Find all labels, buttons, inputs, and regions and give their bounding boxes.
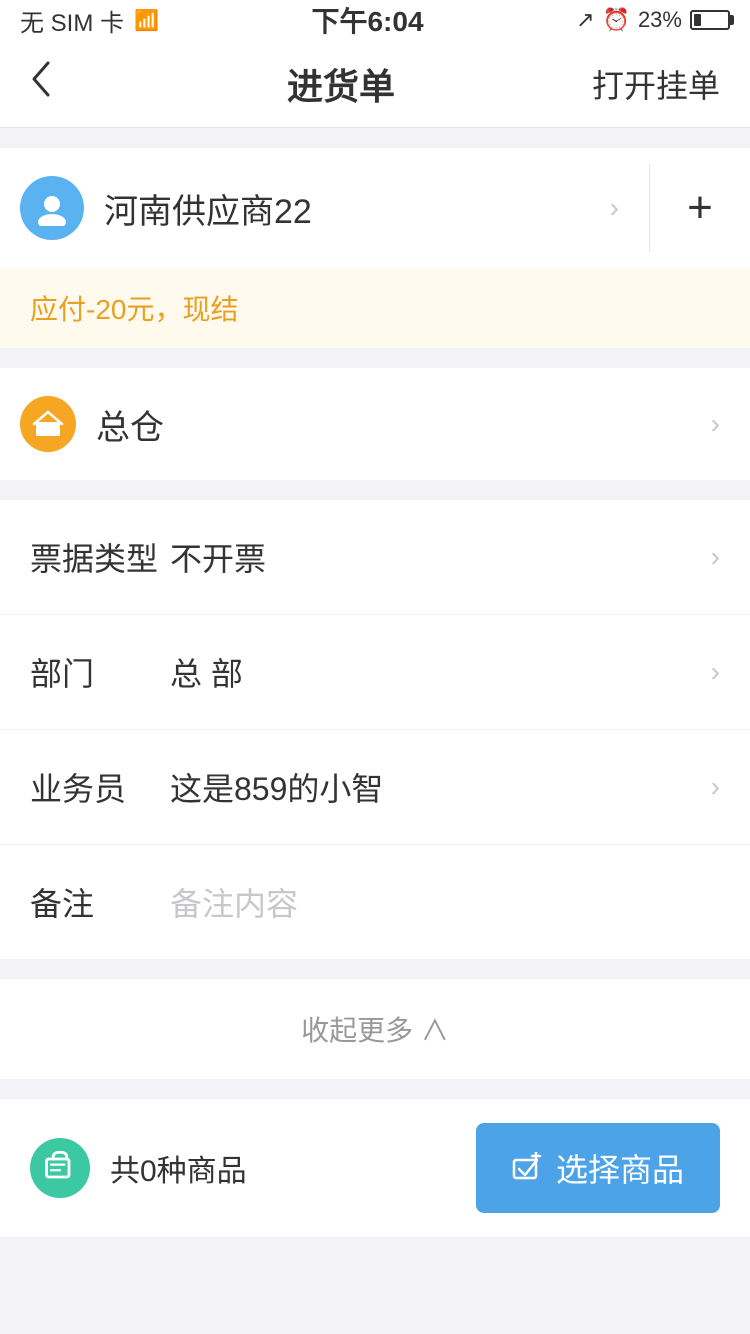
department-value: 总 部 [170,649,711,695]
product-icon [30,1138,90,1198]
supplier-section: 河南供应商22 › + [0,148,750,268]
remark-row[interactable]: 备注 备注内容 [0,845,750,959]
department-label: 部门 [30,649,170,695]
warehouse-section: 总仓 › [0,368,750,480]
salesperson-label: 业务员 [30,764,170,810]
wifi-icon: 📶 [134,8,159,33]
supplier-name: 河南供应商22 [104,184,610,233]
form-section: 票据类型 不开票 › 部门 总 部 › 业务员 这是859的小智 › 备注 备注… [0,500,750,959]
carrier-text: 无 SIM 卡 [20,3,124,38]
warehouse-icon [20,396,76,452]
salesperson-value: 这是859的小智 [170,764,711,810]
supplier-avatar [20,176,84,240]
invoice-type-chevron-icon: › [711,541,720,573]
nav-bar: 进货单 打开挂单 [0,40,750,128]
product-bar: 共0种商品 选择商品 [0,1099,750,1237]
product-count: 共0种商品 [110,1146,456,1190]
status-time: 下午6:04 [311,0,423,40]
salesperson-row[interactable]: 业务员 这是859的小智 › [0,730,750,845]
alarm-icon: ⏰ [603,7,630,33]
salesperson-chevron-icon: › [711,771,720,803]
battery-percent: 23% [638,7,682,33]
invoice-type-row[interactable]: 票据类型 不开票 › [0,500,750,615]
status-right: ↗ ⏰ 23% [576,7,730,33]
status-bar: 无 SIM 卡 📶 下午6:04 ↗ ⏰ 23% [0,0,750,40]
collapse-button[interactable]: 收起更多 ∧ [0,979,750,1079]
department-chevron-icon: › [711,656,720,688]
back-button[interactable] [30,59,90,109]
location-icon: ↗ [576,7,594,33]
invoice-type-label: 票据类型 [30,534,170,580]
content-area: 河南供应商22 › + 应付-20元，现结 总仓 › 票据类型 不开票 › [0,128,750,1237]
add-supplier-button[interactable]: + [650,148,750,268]
warehouse-chevron-icon: › [711,408,720,440]
notice-banner: 应付-20元，现结 [0,268,750,348]
remark-input[interactable]: 备注内容 [170,879,720,925]
status-left: 无 SIM 卡 📶 [20,3,159,38]
supplier-row[interactable]: 河南供应商22 › [0,148,649,268]
warehouse-row[interactable]: 总仓 › [0,368,750,480]
battery-icon [690,10,730,30]
open-pending-button[interactable]: 打开挂单 [592,61,720,107]
page-title: 进货单 [287,58,395,110]
select-product-button[interactable]: 选择商品 [476,1123,720,1213]
notice-text: 应付-20元，现结 [30,294,238,325]
invoice-type-value: 不开票 [170,534,711,580]
supplier-chevron-icon: › [610,192,619,224]
remark-label: 备注 [30,879,170,925]
select-product-label: 选择商品 [556,1145,684,1191]
department-row[interactable]: 部门 总 部 › [0,615,750,730]
warehouse-name: 总仓 [96,400,711,449]
